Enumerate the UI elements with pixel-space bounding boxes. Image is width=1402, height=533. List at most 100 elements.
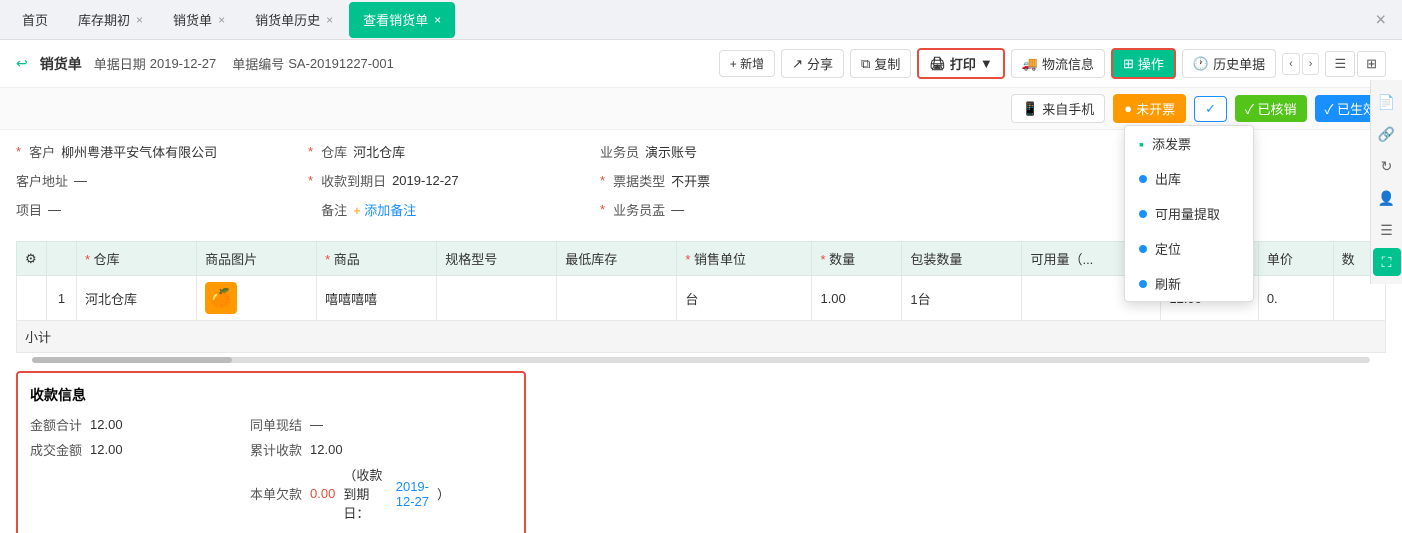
dropdown-locate[interactable]: 定位	[1125, 231, 1253, 266]
next-button[interactable]: ›	[1302, 53, 1320, 75]
sidebar-user-icon[interactable]: 👤	[1373, 184, 1401, 212]
add-remark-button[interactable]: + 添加备注	[353, 200, 416, 219]
col-warehouse: * 仓库	[77, 242, 197, 276]
product-image: 🍊	[205, 282, 237, 314]
history-button[interactable]: 🕐 历史单据	[1182, 49, 1276, 78]
verified-button[interactable]: ✓ 已核销	[1235, 95, 1307, 122]
tab-sales-order[interactable]: 销货单 ×	[159, 2, 239, 38]
row-warehouse: 河北仓库	[77, 276, 197, 321]
row-product: 嘻嘻嘻嘻	[317, 276, 437, 321]
print-highlight-box: 🖨 打印 ▼	[917, 48, 1004, 79]
transaction-item: 成交金额 12.00	[30, 440, 230, 459]
payment-title: 收款信息	[30, 385, 512, 405]
new-button[interactable]: + 新增	[719, 50, 775, 77]
tab-bar: 首页 库存期初 × 销货单 × 销货单历史 × 查看销货单 × ×	[0, 0, 1402, 40]
payment-section: 收款信息 金额合计 12.00 同单现结 — 成交金额 12.00 累计收款 1…	[16, 371, 526, 533]
sidebar-expand-icon[interactable]: ⛶	[1373, 248, 1401, 276]
tab-close-sales[interactable]: ×	[218, 13, 225, 27]
dropdown-menu: ▪ 添发票 出库 可用量提取 定位 刷新	[1124, 125, 1254, 302]
sidebar-doc-icon[interactable]: 📄	[1373, 88, 1401, 116]
doc-actions: + 新增 ↗ 分享 ⧉ 复制 🖨 打印 ▼ 🚚	[719, 48, 1386, 79]
dropdown-add-invoice[interactable]: ▪ 添发票	[1125, 126, 1253, 161]
copy-button[interactable]: ⧉ 复制	[850, 49, 911, 78]
tab-close-inventory[interactable]: ×	[136, 13, 143, 27]
cumulative-item: 累计收款 12.00	[250, 440, 450, 459]
tab-close-history[interactable]: ×	[326, 13, 333, 27]
row-spec	[437, 276, 557, 321]
copy-icon: ⧉	[861, 56, 870, 72]
row-unit-price: 0.	[1258, 276, 1333, 321]
tab-sales-history[interactable]: 销货单历史 ×	[241, 2, 347, 38]
tab-inventory-init[interactable]: 库存期初 ×	[64, 2, 157, 38]
project-field: 项目 —	[16, 200, 276, 219]
tab-view-sales[interactable]: 查看销货单 ×	[349, 2, 455, 38]
sidebar-refresh-icon[interactable]: ↻	[1373, 152, 1401, 180]
col-unit-price: 单价	[1258, 242, 1333, 276]
print-icon: 🖨	[929, 56, 946, 72]
row-package: 1台	[902, 276, 1022, 321]
col-spec: 规格型号	[437, 242, 557, 276]
sidebar-list-icon[interactable]: ☰	[1373, 216, 1401, 244]
extract-dot	[1139, 210, 1147, 218]
dropdown-outbound[interactable]: 出库	[1125, 161, 1253, 196]
subtotal-label: 小计	[17, 321, 1386, 353]
row-image: 🍊	[197, 276, 317, 321]
payment-grid: 金额合计 12.00 同单现结 — 成交金额 12.00 累计收款 12.00	[30, 415, 512, 522]
col-min-stock: 最低库存	[557, 242, 677, 276]
required-mark: *	[308, 173, 313, 188]
share-button[interactable]: ↗ 分享	[781, 49, 844, 78]
truck-icon: 🚚	[1022, 56, 1038, 72]
tab-home[interactable]: 首页	[8, 2, 62, 38]
row-unit: 台	[677, 276, 812, 321]
scroll-thumb[interactable]	[32, 357, 232, 363]
list-view-button[interactable]: ☰	[1325, 51, 1355, 77]
col-package: 包装数量	[902, 242, 1022, 276]
row-min-stock	[557, 276, 677, 321]
dropdown-refresh[interactable]: 刷新	[1125, 266, 1253, 301]
from-phone-button[interactable]: 📱 来自手机	[1011, 94, 1105, 123]
col-num	[47, 242, 77, 276]
required-mark: *	[600, 202, 605, 217]
print-button[interactable]: 🖨 打印 ▼	[919, 50, 1002, 77]
operate-button[interactable]: ⊞ 操作	[1111, 48, 1176, 79]
refresh-dot	[1139, 280, 1147, 288]
history-icon: 🕐	[1193, 56, 1209, 72]
outbound-dot	[1139, 175, 1147, 183]
sidebar-link-icon[interactable]: 🔗	[1373, 120, 1401, 148]
total-amount-item: 金额合计 12.00	[30, 415, 230, 434]
main-close-button[interactable]: ×	[1375, 9, 1386, 30]
row-num: 1	[47, 276, 77, 321]
toolbar-row: 📱 来自手机 ● 未开票 ✓ ✓ 已核销 ✓ 已生效	[0, 88, 1402, 130]
dropdown-available-extract[interactable]: 可用量提取	[1125, 196, 1253, 231]
view-buttons: ☰ ⊞	[1325, 51, 1386, 77]
nav-arrows: ‹ ›	[1282, 53, 1319, 75]
address-field: 客户地址 —	[16, 171, 276, 190]
col-gear: ⚙	[17, 242, 47, 276]
due-payment-item: 本单欠款 0.00 （收款到期日： 2019-12-27 ）	[250, 465, 450, 522]
grid-view-button[interactable]: ⊞	[1357, 51, 1386, 77]
customer-field: * 客户 柳州粤港平安气体有限公司	[16, 142, 276, 161]
remark-field: * 备注 + 添加备注	[308, 200, 568, 219]
doc-meta: 单据日期 2019-12-27 单据编号 SA-20191227-001	[94, 54, 394, 73]
subtotal-row: 小计	[17, 321, 1386, 353]
prev-button[interactable]: ‹	[1282, 53, 1300, 75]
horizontal-scrollbar[interactable]	[32, 357, 1370, 363]
logistics-button[interactable]: 🚚 物流信息	[1011, 49, 1105, 78]
col-image: 商品图片	[197, 242, 317, 276]
locate-dot	[1139, 245, 1147, 253]
col-quantity: * 数量	[812, 242, 902, 276]
payment-due-field: * 收款到期日 2019-12-27	[308, 171, 568, 190]
tab-close-view[interactable]: ×	[434, 13, 441, 27]
not-open-button[interactable]: ● 未开票	[1113, 94, 1186, 123]
invoice-icon: ▪	[1139, 136, 1144, 152]
doc-title: 销货单	[40, 54, 82, 74]
required-mark: *	[16, 144, 21, 159]
doc-icon: ↩	[16, 55, 28, 72]
same-order-item: 同单现结 —	[250, 415, 450, 434]
row-gear	[17, 276, 47, 321]
required-mark: *	[600, 173, 605, 188]
required-mark: *	[308, 144, 313, 159]
check-button[interactable]: ✓	[1194, 96, 1227, 122]
col-unit: * 销售单位	[677, 242, 812, 276]
check-icon: ✓	[1205, 101, 1216, 117]
